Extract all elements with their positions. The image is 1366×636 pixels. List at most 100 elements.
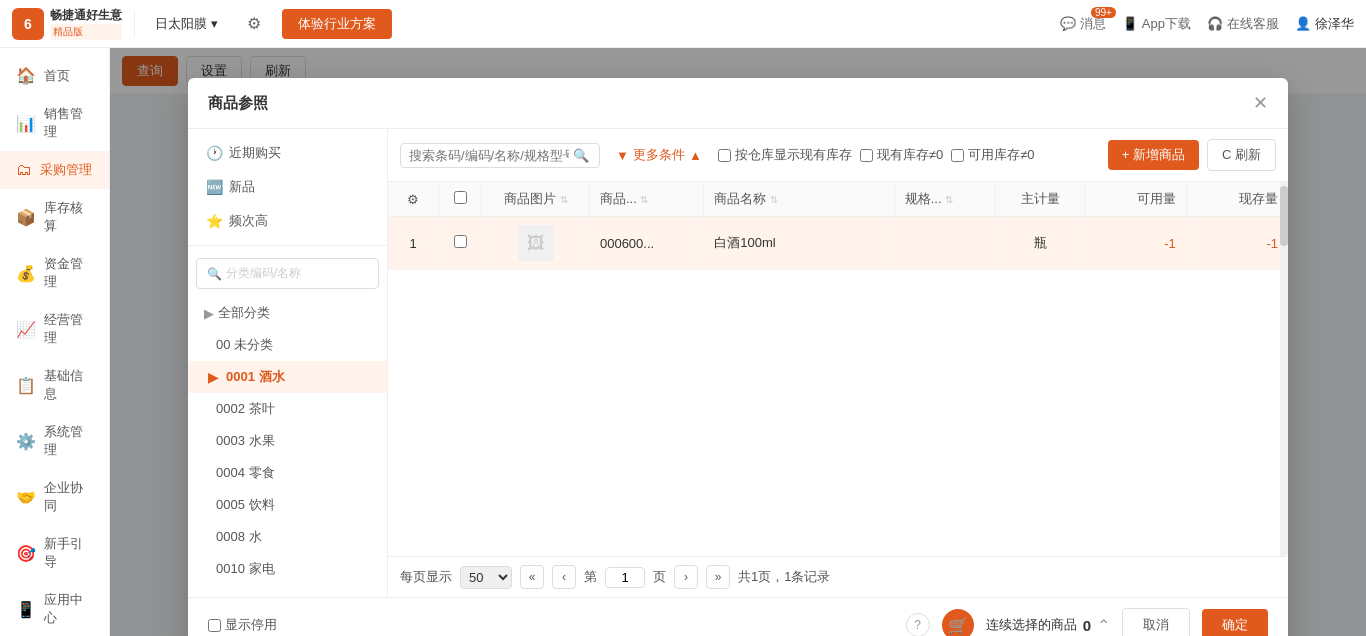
table-row[interactable]: 1 🖼 000600... 白酒100ml — [388, 217, 1288, 270]
show-disabled-check[interactable] — [208, 619, 221, 632]
confirm-button[interactable]: 确定 — [1202, 609, 1268, 636]
prev-page-btn[interactable]: ‹ — [552, 565, 576, 589]
table-header-unit: 主计量 — [996, 182, 1085, 217]
category-liquor[interactable]: ▶ 0001 酒水 — [188, 361, 387, 393]
app-download-btn[interactable]: 📱 App下载 — [1122, 15, 1191, 33]
sidebar-item-guide[interactable]: 🎯 新手引导 — [0, 525, 109, 581]
table-header-spec: 规格... ⇅ — [894, 182, 996, 217]
category-beverage[interactable]: 0005 饮料 — [188, 489, 387, 521]
online-service-btn[interactable]: 🎧 在线客服 — [1207, 15, 1279, 33]
sort-icon: ⇅ — [560, 194, 568, 205]
check-current-stock[interactable] — [860, 149, 873, 162]
cart-icon: 🛒 — [942, 609, 974, 636]
collapse-up-icon[interactable]: ⌃ — [1097, 616, 1110, 635]
star-icon: ⭐ — [206, 213, 223, 229]
check-current-stock-label[interactable]: 现有库存≠0 — [860, 146, 943, 164]
product-search-input[interactable] — [409, 148, 569, 163]
store-selector[interactable]: 日太阳膜 ▾ — [147, 11, 226, 37]
sort-icon-4: ⇅ — [945, 194, 953, 205]
next-page-btn[interactable]: › — [674, 565, 698, 589]
enterprise-icon: 🤝 — [16, 488, 36, 507]
sidebar-item-operations[interactable]: 📈 经营管理 — [0, 301, 109, 357]
high-frequency-nav[interactable]: ⭐ 频次高 — [196, 205, 379, 237]
table-check-all[interactable] — [454, 191, 467, 204]
category-tea[interactable]: 0002 茶叶 — [188, 393, 387, 425]
last-page-btn[interactable]: » — [706, 565, 730, 589]
purchase-icon: 🗂 — [16, 161, 32, 179]
table-header-settings[interactable]: ⚙ — [388, 182, 439, 217]
check-avail-stock-label[interactable]: 可用库存≠0 — [951, 146, 1034, 164]
sidebar-item-purchase[interactable]: 🗂 采购管理 — [0, 151, 109, 189]
logo-text: 畅捷通好生意 精品版 — [50, 7, 122, 40]
left-panel-nav: 🕐 近期购买 🆕 新品 ⭐ 频次高 — [188, 137, 387, 237]
show-disabled-label[interactable]: 显示停用 — [208, 616, 277, 634]
table-header-check — [439, 182, 482, 217]
more-filter-button[interactable]: ▼ 更多条件 ▲ — [608, 142, 710, 168]
clock-icon: 🕐 — [206, 145, 223, 161]
phone-icon: 📱 — [1122, 16, 1138, 31]
recent-purchase-nav[interactable]: 🕐 近期购买 — [196, 137, 379, 169]
category-snack[interactable]: 0004 零食 — [188, 457, 387, 489]
page-size-select[interactable]: 50 20 100 — [460, 566, 512, 589]
inventory-icon: 📦 — [16, 208, 36, 227]
page-number-input[interactable] — [605, 567, 645, 588]
cell-code: 000600... — [589, 217, 703, 270]
row-checkbox[interactable] — [454, 235, 467, 248]
category-unclassified[interactable]: 00 未分类 — [188, 329, 387, 361]
sidebar-item-system[interactable]: ⚙️ 系统管理 — [0, 413, 109, 469]
cell-name: 白酒100ml — [704, 217, 895, 270]
cell-unit: 瓶 — [996, 217, 1085, 270]
sidebar-item-enterprise[interactable]: 🤝 企业协同 — [0, 469, 109, 525]
cell-check[interactable] — [439, 217, 482, 270]
table-header-code: 商品... ⇅ — [589, 182, 703, 217]
help-button[interactable]: ? — [906, 613, 930, 636]
add-product-button[interactable]: + 新增商品 — [1108, 140, 1199, 170]
gear-button[interactable]: ⚙ — [238, 8, 270, 40]
table-scroll-thumb — [1280, 186, 1288, 246]
modal-overlay: 商品参照 ✕ 🕐 近期购买 🆕 — [110, 48, 1366, 636]
apps-icon: 📱 — [16, 600, 36, 619]
modal: 商品参照 ✕ 🕐 近期购买 🆕 — [188, 78, 1288, 636]
sidebar-item-sales[interactable]: 📊 销售管理 — [0, 95, 109, 151]
trial-button[interactable]: 体验行业方案 — [282, 9, 392, 39]
sidebar-item-inventory[interactable]: 📦 库存核算 — [0, 189, 109, 245]
user-menu[interactable]: 👤 徐泽华 — [1295, 15, 1354, 33]
first-page-btn[interactable]: « — [520, 565, 544, 589]
sidebar-item-finance[interactable]: 💰 资金管理 — [0, 245, 109, 301]
category-appliance[interactable]: 0010 家电 — [188, 553, 387, 585]
check-warehouse[interactable] — [718, 149, 731, 162]
check-avail-stock[interactable] — [951, 149, 964, 162]
new-product-nav[interactable]: 🆕 新品 — [196, 171, 379, 203]
product-table: ⚙ 商品图片 ⇅ — [388, 182, 1288, 270]
right-panel: 🔍 ▼ 更多条件 ▲ 按仓库显示现有库存 — [388, 129, 1288, 597]
cell-seq: 1 — [388, 217, 439, 270]
messages-btn[interactable]: 💬 消息 99+ — [1060, 15, 1106, 33]
category-search[interactable]: 🔍 分类编码/名称 — [196, 258, 379, 289]
cell-image: 🖼 — [482, 217, 589, 270]
category-water[interactable]: 0008 水 — [188, 521, 387, 553]
check-warehouse-label[interactable]: 按仓库显示现有库存 — [718, 146, 852, 164]
cell-spec — [894, 217, 996, 270]
sidebar-item-home[interactable]: 🏠 首页 — [0, 56, 109, 95]
search-icon: 🔍 — [573, 148, 589, 163]
pagination-bar: 每页显示 50 20 100 « ‹ 第 页 › — [388, 556, 1288, 597]
sidebar-item-basic-info[interactable]: 📋 基础信息 — [0, 357, 109, 413]
category-all[interactable]: ▶ 全部分类 — [188, 297, 387, 329]
refresh-button[interactable]: C 刷新 — [1207, 139, 1276, 171]
table-scrollbar[interactable] — [1280, 182, 1288, 556]
nav-divider — [134, 10, 135, 38]
cell-stock: -1 — [1186, 217, 1288, 270]
category-fruit[interactable]: 0003 水果 — [188, 425, 387, 457]
sidebar-item-apps[interactable]: 📱 应用中心 — [0, 581, 109, 636]
home-icon: 🏠 — [16, 66, 36, 85]
operations-icon: 📈 — [16, 320, 36, 339]
left-panel: 🕐 近期购买 🆕 新品 ⭐ 频次高 — [188, 129, 388, 597]
left-divider — [188, 245, 387, 246]
product-search-wrap[interactable]: 🔍 — [400, 143, 600, 168]
product-image-placeholder: 🖼 — [518, 225, 554, 261]
table-header-name: 商品名称 ⇅ — [704, 182, 895, 217]
table-wrap: ⚙ 商品图片 ⇅ — [388, 182, 1288, 556]
modal-close-button[interactable]: ✕ — [1253, 92, 1268, 114]
cell-available: -1 — [1085, 217, 1187, 270]
cancel-button[interactable]: 取消 — [1122, 608, 1190, 636]
